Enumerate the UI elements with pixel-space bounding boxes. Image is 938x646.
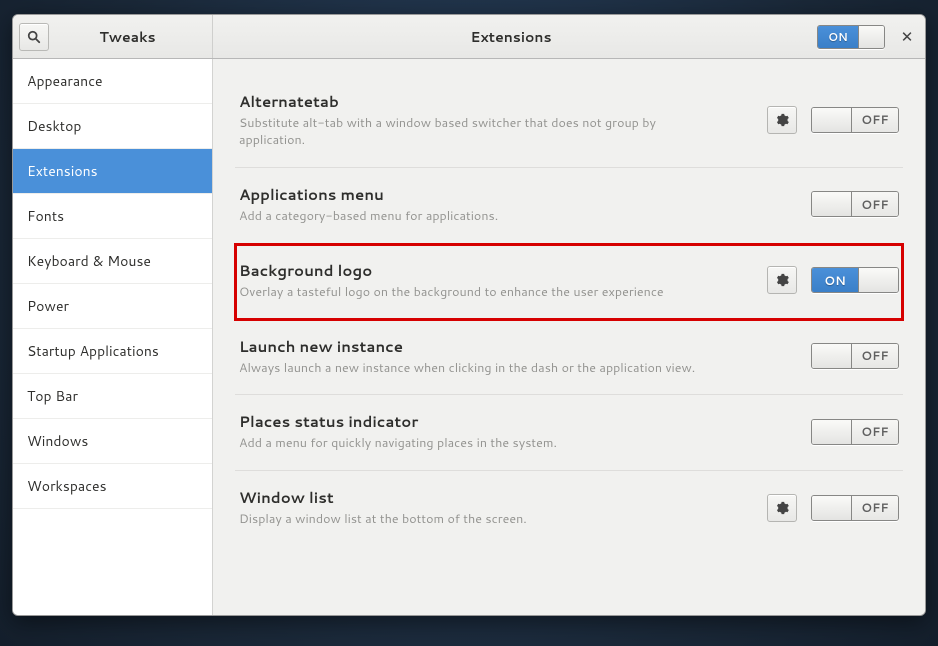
sidebar-item-keyboard-mouse[interactable]: Keyboard & Mouse bbox=[13, 239, 212, 284]
extension-description: Substitute alt-tab with a window based s… bbox=[239, 115, 719, 149]
sidebar-item-startup-applications[interactable]: Startup Applications bbox=[13, 329, 212, 374]
sidebar-item-extensions[interactable]: Extensions bbox=[13, 149, 212, 194]
gear-icon bbox=[775, 501, 789, 515]
titlebar-left: Tweaks bbox=[13, 15, 213, 58]
toggle-knob bbox=[858, 26, 884, 48]
search-button[interactable] bbox=[19, 23, 49, 51]
toggle-knob bbox=[858, 268, 898, 292]
sidebar-item-label: Workspaces bbox=[27, 476, 107, 496]
sidebar-item-label: Desktop bbox=[27, 116, 81, 136]
extension-title: Window list bbox=[239, 487, 753, 508]
extension-toggle[interactable]: ONOFF bbox=[811, 107, 899, 133]
extension-description: Always launch a new instance when clicki… bbox=[239, 360, 719, 377]
toggle-knob bbox=[812, 192, 852, 216]
toggle-knob bbox=[812, 420, 852, 444]
extension-settings-button[interactable] bbox=[767, 494, 797, 522]
extension-text: Alternatetab Substitute alt-tab with a wi… bbox=[239, 91, 753, 149]
extension-toggle[interactable]: ONOFF bbox=[811, 419, 899, 445]
extension-row-alternatetab: Alternatetab Substitute alt-tab with a wi… bbox=[235, 75, 903, 168]
window-body: Appearance Desktop Extensions Fonts Keyboard… bbox=[13, 59, 925, 615]
sidebar-item-desktop[interactable]: Desktop bbox=[13, 104, 212, 149]
sidebar-item-appearance[interactable]: Appearance bbox=[13, 59, 212, 104]
sidebar: Appearance Desktop Extensions Fonts Keyboard… bbox=[13, 59, 213, 615]
extension-description: Add a menu for quickly navigating places… bbox=[239, 435, 719, 452]
extension-row-places-status-indicator: Places status indicator Add a menu for qu… bbox=[235, 395, 903, 471]
extension-title: Background logo bbox=[239, 260, 753, 281]
extension-row-applications-menu: Applications menu Add a category-based me… bbox=[235, 168, 903, 244]
search-icon bbox=[27, 30, 41, 44]
extension-toggle[interactable]: ONOFF bbox=[811, 191, 899, 217]
extension-title: Applications menu bbox=[239, 184, 797, 205]
extension-text: Places status indicator Add a menu for qu… bbox=[239, 411, 797, 452]
extension-title: Launch new instance bbox=[239, 336, 797, 357]
extension-description: Overlay a tasteful logo on the backgroun… bbox=[239, 284, 719, 301]
sidebar-item-label: Fonts bbox=[27, 206, 64, 226]
sidebar-item-label: Extensions bbox=[27, 161, 98, 181]
extension-text: Applications menu Add a category-based me… bbox=[239, 184, 797, 225]
gear-icon bbox=[775, 273, 789, 287]
sidebar-item-label: Keyboard & Mouse bbox=[27, 251, 151, 271]
toggle-knob bbox=[812, 496, 852, 520]
sidebar-item-power[interactable]: Power bbox=[13, 284, 212, 329]
toggle-on-label: ON bbox=[818, 26, 858, 48]
extension-settings-button[interactable] bbox=[767, 106, 797, 134]
page-title: Extensions bbox=[470, 27, 551, 47]
extension-toggle[interactable]: ONOFF bbox=[811, 495, 899, 521]
sidebar-item-label: Top Bar bbox=[27, 386, 78, 406]
extension-row-window-list: Window list Display a window list at the … bbox=[235, 471, 903, 546]
extension-title: Places status indicator bbox=[239, 411, 797, 432]
extension-toggle[interactable]: ONOFF bbox=[811, 267, 899, 293]
sidebar-item-windows[interactable]: Windows bbox=[13, 419, 212, 464]
close-icon: ✕ bbox=[901, 28, 914, 46]
titlebar-center: Extensions bbox=[213, 15, 809, 58]
toggle-off-label: OFF bbox=[852, 192, 898, 216]
extension-row-background-logo: Background logo Overlay a tasteful logo o… bbox=[235, 244, 903, 320]
toggle-knob bbox=[812, 344, 852, 368]
titlebar-right: ON OFF ✕ bbox=[809, 15, 925, 58]
extension-toggle[interactable]: ONOFF bbox=[811, 343, 899, 369]
sidebar-item-label: Windows bbox=[27, 431, 88, 451]
sidebar-item-label: Power bbox=[27, 296, 69, 316]
titlebar: Tweaks Extensions ON OFF ✕ bbox=[13, 15, 925, 59]
toggle-on-label: ON bbox=[812, 268, 858, 292]
toggle-off-label: OFF bbox=[852, 108, 898, 132]
extensions-master-toggle[interactable]: ON OFF bbox=[817, 25, 885, 49]
tweaks-window: Tweaks Extensions ON OFF ✕ Appearance Des… bbox=[12, 14, 926, 616]
app-title: Tweaks bbox=[49, 27, 206, 47]
extension-description: Add a category-based menu for applicatio… bbox=[239, 208, 719, 225]
gear-icon bbox=[775, 113, 789, 127]
sidebar-item-label: Appearance bbox=[27, 71, 103, 91]
toggle-off-label: OFF bbox=[852, 496, 898, 520]
sidebar-item-top-bar[interactable]: Top Bar bbox=[13, 374, 212, 419]
extension-title: Alternatetab bbox=[239, 91, 753, 112]
extension-text: Launch new instance Always launch a new i… bbox=[239, 336, 797, 377]
toggle-knob bbox=[812, 108, 852, 132]
close-button[interactable]: ✕ bbox=[897, 27, 917, 47]
toggle-off-label: OFF bbox=[852, 344, 898, 368]
toggle-off-label: OFF bbox=[852, 420, 898, 444]
sidebar-item-workspaces[interactable]: Workspaces bbox=[13, 464, 212, 509]
extension-text: Window list Display a window list at the … bbox=[239, 487, 753, 528]
extension-description: Display a window list at the bottom of t… bbox=[239, 511, 719, 528]
sidebar-item-fonts[interactable]: Fonts bbox=[13, 194, 212, 239]
extension-text: Background logo Overlay a tasteful logo o… bbox=[239, 260, 753, 301]
extension-settings-button[interactable] bbox=[767, 266, 797, 294]
sidebar-item-label: Startup Applications bbox=[27, 341, 159, 361]
extension-row-launch-new-instance: Launch new instance Always launch a new i… bbox=[235, 320, 903, 396]
content-area: Alternatetab Substitute alt-tab with a wi… bbox=[213, 59, 925, 615]
